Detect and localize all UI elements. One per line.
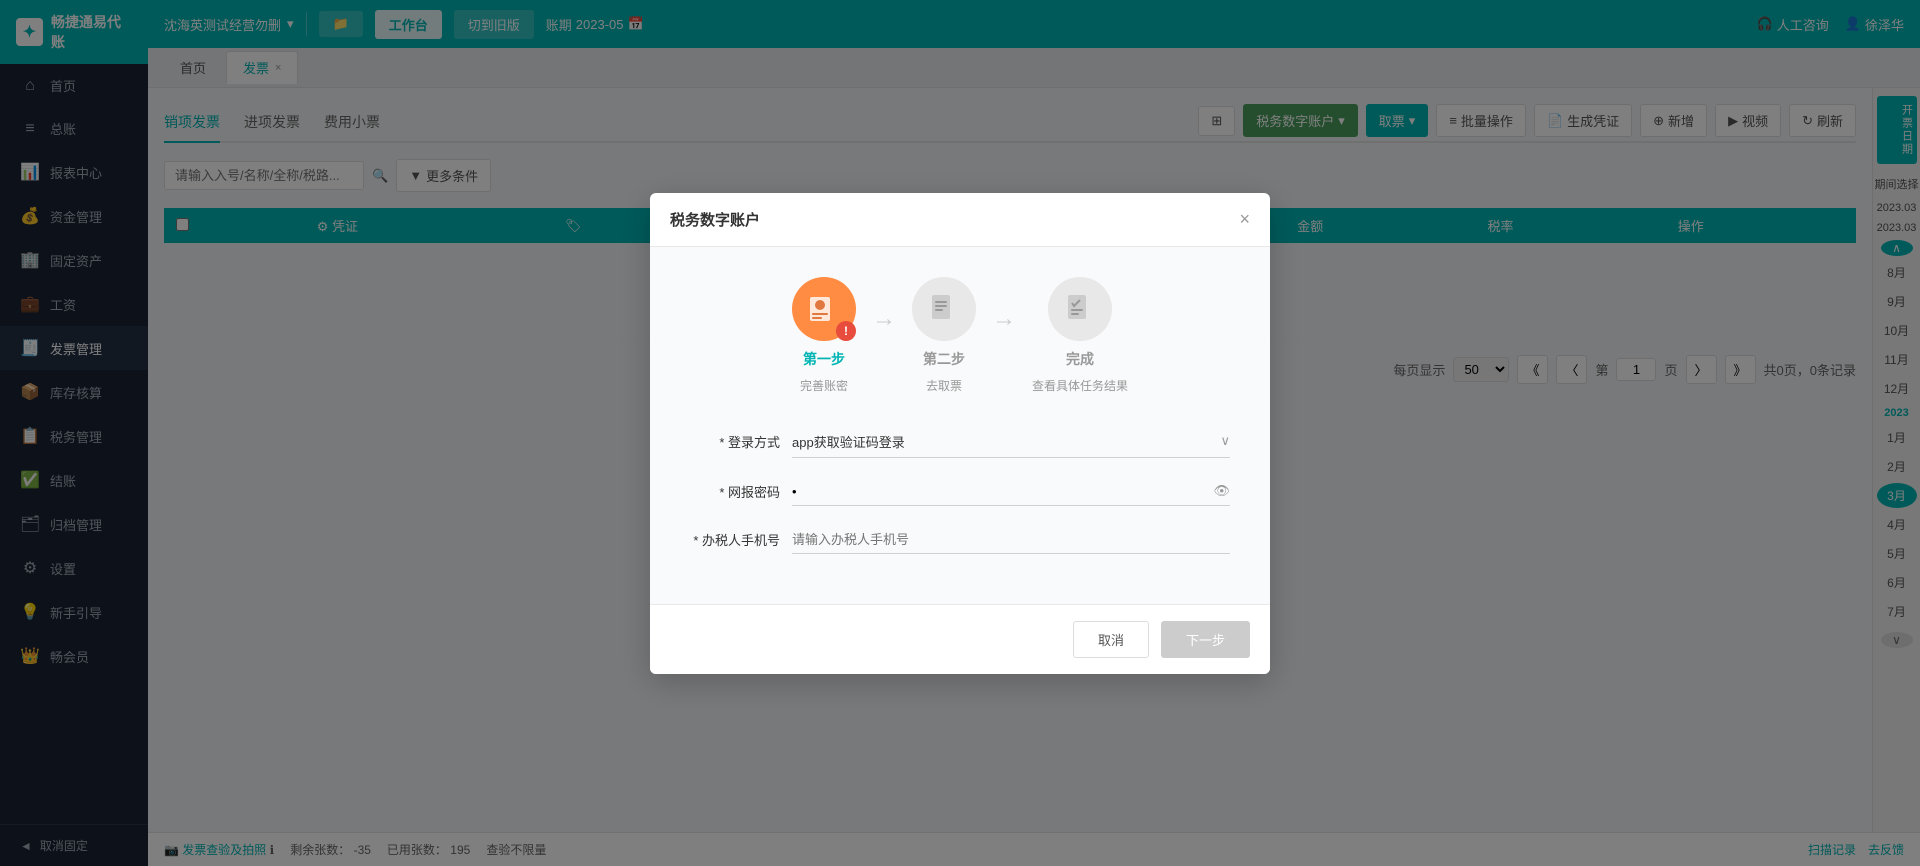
password-toggle-btn[interactable]: 👁 — [1213, 483, 1230, 499]
password-input[interactable] — [792, 478, 1213, 505]
login-method-arrow: ∨ — [1220, 433, 1230, 449]
tax-digital-modal: 税务数字账户 × ! 第一步 — [650, 193, 1270, 674]
step-1: ! 第一步 完善账密 — [792, 277, 856, 394]
next-btn[interactable]: 下一步 — [1161, 621, 1250, 658]
login-method-row: * 登录方式 app获取验证码登录 ∨ — [690, 426, 1230, 458]
modal-footer: 取消 下一步 — [650, 604, 1270, 674]
step-2-desc: 去取票 — [926, 377, 962, 394]
steps-container: ! 第一步 完善账密 → 第二步 — [690, 277, 1230, 394]
phone-label: * 办税人手机号 — [690, 530, 780, 549]
phone-row: * 办税人手机号 — [690, 526, 1230, 554]
step-2-label: 第二步 — [923, 349, 965, 369]
modal-close-btn[interactable]: × — [1239, 209, 1250, 230]
step-2-icon — [912, 277, 976, 341]
step-1-badge: ! — [836, 321, 856, 341]
modal-body: ! 第一步 完善账密 → 第二步 — [650, 247, 1270, 604]
password-label: * 网报密码 — [690, 482, 780, 501]
step-arrow-2: → — [992, 305, 1016, 365]
phone-input[interactable] — [792, 526, 1230, 554]
step-3-icon — [1048, 277, 1112, 341]
step-1-icon: ! — [792, 277, 856, 341]
cancel-btn[interactable]: 取消 — [1073, 621, 1149, 658]
step-2: 第二步 去取票 — [912, 277, 976, 394]
login-method-value: app获取验证码登录 — [792, 432, 1220, 451]
step-3-label: 完成 — [1066, 349, 1094, 369]
step-1-desc: 完善账密 — [800, 377, 848, 394]
login-method-label: * 登录方式 — [690, 432, 780, 451]
step-3: 完成 查看具体任务结果 — [1032, 277, 1128, 394]
step-arrow-1: → — [872, 305, 896, 365]
modal-form: * 登录方式 app获取验证码登录 ∨ * 网报密码 👁 * 办 — [690, 426, 1230, 554]
modal-title: 税务数字账户 — [670, 209, 760, 230]
password-row: * 网报密码 👁 — [690, 478, 1230, 506]
login-method-select[interactable]: app获取验证码登录 ∨ — [792, 426, 1230, 458]
modal-overlay[interactable]: 税务数字账户 × ! 第一步 — [0, 0, 1920, 866]
step-1-label: 第一步 — [803, 349, 845, 369]
password-wrapper: 👁 — [792, 478, 1230, 506]
modal-header: 税务数字账户 × — [650, 193, 1270, 247]
step-3-desc: 查看具体任务结果 — [1032, 377, 1128, 394]
